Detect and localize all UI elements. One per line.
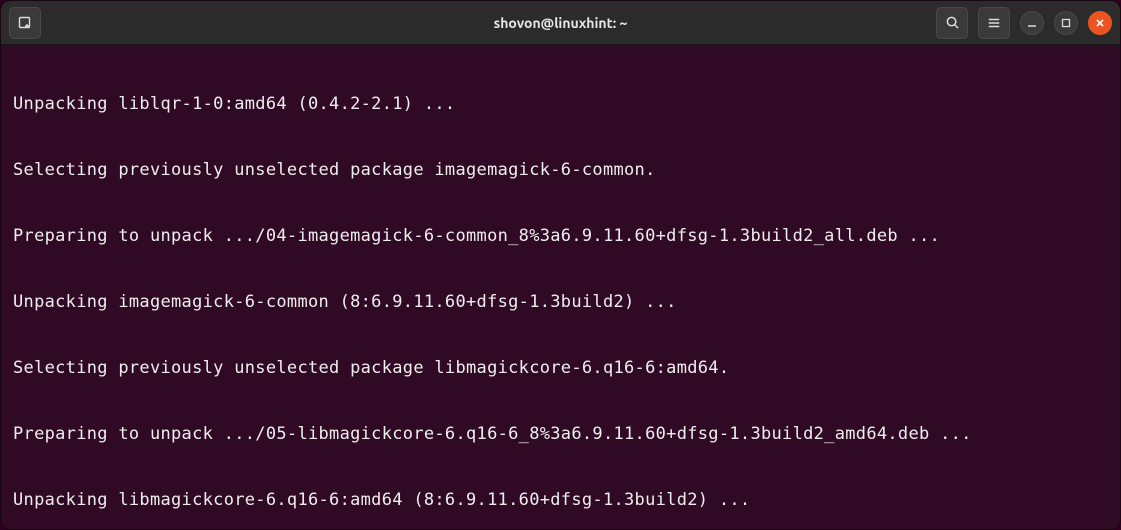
terminal-window: shovon@linuxhint: ~: [0, 0, 1121, 530]
menu-button[interactable]: [978, 7, 1010, 39]
titlebar-left: [9, 7, 41, 39]
close-button[interactable]: [1088, 11, 1112, 35]
hamburger-icon: [987, 16, 1001, 30]
titlebar-right: [936, 7, 1112, 39]
terminal-line: Preparing to unpack .../05-libmagickcore…: [13, 423, 1108, 445]
terminal-line: Unpacking liblqr-1-0:amd64 (0.4.2-2.1) .…: [13, 93, 1108, 115]
terminal-line: Unpacking libmagickcore-6.q16-6:amd64 (8…: [13, 489, 1108, 511]
terminal-line: Selecting previously unselected package …: [13, 159, 1108, 181]
terminal-line: Selecting previously unselected package …: [13, 357, 1108, 379]
terminal-output: Unpacking liblqr-1-0:amd64 (0.4.2-2.1) .…: [13, 49, 1108, 529]
titlebar: shovon@linuxhint: ~: [1, 1, 1120, 45]
maximize-button[interactable]: [1054, 11, 1078, 35]
close-icon: [1095, 18, 1105, 28]
terminal-line: Unpacking imagemagick-6-common (8:6.9.11…: [13, 291, 1108, 313]
terminal-line: Preparing to unpack .../04-imagemagick-6…: [13, 225, 1108, 247]
search-button[interactable]: [936, 7, 968, 39]
minimize-button[interactable]: [1020, 11, 1044, 35]
new-tab-icon: [17, 15, 33, 31]
minimize-icon: [1027, 18, 1037, 28]
new-tab-button[interactable]: [9, 7, 41, 39]
maximize-icon: [1061, 18, 1071, 28]
window-title: shovon@linuxhint: ~: [494, 15, 628, 31]
search-icon: [945, 15, 960, 30]
terminal[interactable]: Unpacking liblqr-1-0:amd64 (0.4.2-2.1) .…: [1, 45, 1120, 529]
